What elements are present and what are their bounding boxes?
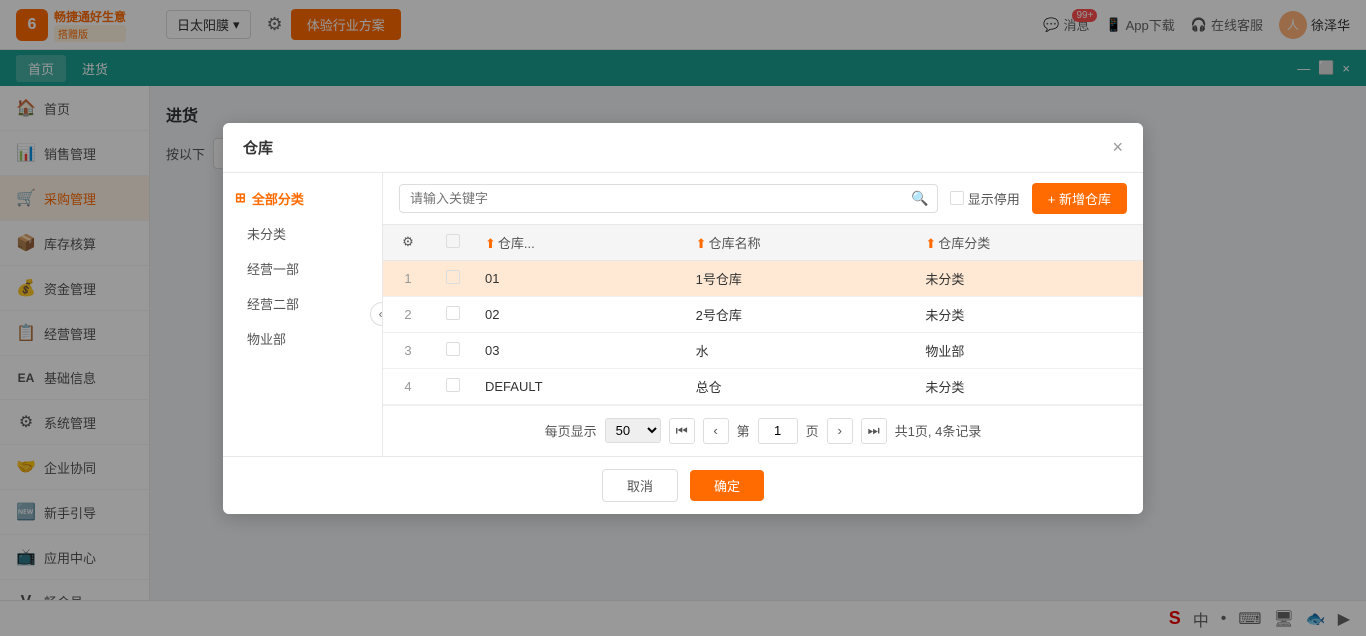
category-item-ops2[interactable]: 经营二部 bbox=[223, 286, 382, 321]
category-item-unclassified[interactable]: 未分类 bbox=[223, 216, 382, 251]
col-settings: ⚙ bbox=[383, 225, 433, 261]
warehouse-table: ⚙ ⬆仓库... ⬆仓库名称 ⬆仓库分类 1 bbox=[383, 225, 1143, 405]
pagination: 每页显示 50 100 ⏮ ‹ 第 页 › ⏭ 共1页, 4条记录 bbox=[383, 405, 1143, 456]
row-num: 4 bbox=[383, 368, 433, 404]
next-page-button[interactable]: › bbox=[827, 418, 853, 444]
row-category: 未分类 bbox=[913, 296, 1143, 332]
right-panel: 🔍 显示停用 + 新增仓库 ⚙ bbox=[383, 173, 1143, 456]
row-code: 01 bbox=[473, 260, 684, 296]
row-check[interactable] bbox=[433, 332, 473, 368]
search-icon[interactable]: 🔍 bbox=[903, 185, 936, 212]
grid-icon: ⊞ bbox=[235, 190, 246, 206]
modal-overlay: 仓库 × ⊞ 全部分类 未分类 经营一部 经营二部 物业部 « bbox=[0, 0, 1366, 636]
page-number-input[interactable] bbox=[758, 418, 798, 444]
cancel-button[interactable]: 取消 bbox=[602, 469, 678, 502]
row-code: 03 bbox=[473, 332, 684, 368]
warehouse-dialog: 仓库 × ⊞ 全部分类 未分类 经营一部 经营二部 物业部 « bbox=[223, 123, 1143, 514]
row-code: DEFAULT bbox=[473, 368, 684, 404]
last-page-button[interactable]: ⏭ bbox=[861, 418, 887, 444]
table-header-row: ⚙ ⬆仓库... ⬆仓库名称 ⬆仓库分类 bbox=[383, 225, 1143, 261]
show-disabled-toggle[interactable]: 显示停用 bbox=[950, 189, 1020, 208]
prev-page-button[interactable]: ‹ bbox=[703, 418, 729, 444]
dialog-header: 仓库 × bbox=[223, 123, 1143, 173]
right-toolbar: 🔍 显示停用 + 新增仓库 bbox=[383, 173, 1143, 225]
row-category: 未分类 bbox=[913, 368, 1143, 404]
row-code: 02 bbox=[473, 296, 684, 332]
row-check[interactable] bbox=[433, 368, 473, 404]
col-category: ⬆仓库分类 bbox=[913, 225, 1143, 261]
dialog-title: 仓库 bbox=[243, 137, 273, 158]
col-code: ⬆仓库... bbox=[473, 225, 684, 261]
col-check bbox=[433, 225, 473, 261]
sort-icon: ⬆ bbox=[485, 236, 496, 251]
category-item-property[interactable]: 物业部 bbox=[223, 321, 382, 356]
dialog-footer: 取消 确定 bbox=[223, 456, 1143, 514]
category-item-ops1[interactable]: 经营一部 bbox=[223, 251, 382, 286]
search-box: 🔍 bbox=[399, 184, 938, 213]
search-input[interactable] bbox=[400, 186, 903, 211]
table-row[interactable]: 3 03 水 物业部 bbox=[383, 332, 1143, 368]
row-name: 2号仓库 bbox=[684, 296, 914, 332]
row-num: 2 bbox=[383, 296, 433, 332]
first-page-button[interactable]: ⏮ bbox=[669, 418, 695, 444]
row-num: 3 bbox=[383, 332, 433, 368]
row-name: 总仓 bbox=[684, 368, 914, 404]
table-row[interactable]: 4 DEFAULT 总仓 未分类 bbox=[383, 368, 1143, 404]
table-row[interactable]: 2 02 2号仓库 未分类 bbox=[383, 296, 1143, 332]
confirm-button[interactable]: 确定 bbox=[690, 470, 764, 501]
row-check[interactable] bbox=[433, 260, 473, 296]
row-name: 1号仓库 bbox=[684, 260, 914, 296]
sort-icon-cat: ⬆ bbox=[925, 236, 936, 251]
dialog-close-button[interactable]: × bbox=[1112, 138, 1123, 156]
row-name: 水 bbox=[684, 332, 914, 368]
col-name: ⬆仓库名称 bbox=[684, 225, 914, 261]
per-page-select[interactable]: 50 100 bbox=[605, 418, 661, 443]
category-panel: ⊞ 全部分类 未分类 经营一部 经营二部 物业部 « bbox=[223, 173, 383, 456]
row-category: 未分类 bbox=[913, 260, 1143, 296]
new-warehouse-button[interactable]: + 新增仓库 bbox=[1032, 183, 1127, 214]
sort-icon-name: ⬆ bbox=[696, 236, 707, 251]
table-row[interactable]: 1 01 1号仓库 未分类 bbox=[383, 260, 1143, 296]
table-wrap: ⚙ ⬆仓库... ⬆仓库名称 ⬆仓库分类 1 bbox=[383, 225, 1143, 405]
row-check[interactable] bbox=[433, 296, 473, 332]
row-num: 1 bbox=[383, 260, 433, 296]
row-category: 物业部 bbox=[913, 332, 1143, 368]
dialog-body: ⊞ 全部分类 未分类 经营一部 经营二部 物业部 « 🔍 bbox=[223, 173, 1143, 456]
select-all-checkbox[interactable] bbox=[446, 234, 460, 248]
all-categories-item[interactable]: ⊞ 全部分类 bbox=[223, 181, 382, 216]
show-disabled-checkbox[interactable] bbox=[950, 191, 964, 205]
